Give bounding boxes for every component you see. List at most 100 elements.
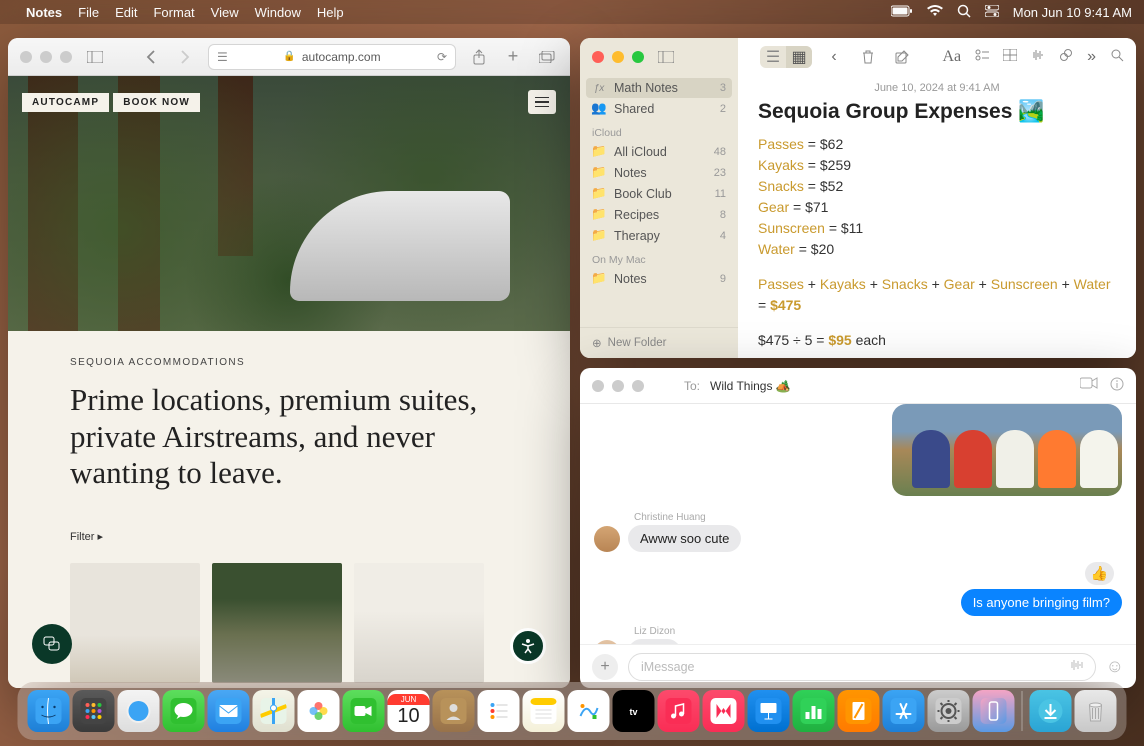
tabs-icon[interactable]: [536, 46, 558, 68]
dock-news[interactable]: [703, 690, 745, 732]
attach-button[interactable]: +: [592, 654, 618, 680]
table-icon[interactable]: [1003, 48, 1017, 67]
folder-therapy[interactable]: 📁Therapy4: [580, 225, 738, 246]
dock-appstore[interactable]: [883, 690, 925, 732]
menu-edit[interactable]: Edit: [115, 5, 137, 20]
book-now-button[interactable]: BOOK NOW: [113, 93, 200, 112]
dock-safari[interactable]: [118, 690, 160, 732]
dock-tv[interactable]: tv: [613, 690, 655, 732]
message-input[interactable]: iMessage: [628, 653, 1096, 681]
menubar-app[interactable]: Notes: [26, 5, 62, 20]
avatar[interactable]: [594, 640, 620, 644]
conversation-name[interactable]: Wild Things 🏕️: [710, 379, 791, 393]
messages-thread[interactable]: Christine Huang Awww soo cute 👍 Is anyon…: [580, 404, 1136, 644]
hamburger-menu[interactable]: [528, 90, 556, 114]
dock-facetime[interactable]: [343, 690, 385, 732]
message-placeholder: iMessage: [641, 660, 695, 674]
filter-toggle[interactable]: Filter ▸: [8, 530, 570, 543]
dock-settings[interactable]: [928, 690, 970, 732]
shared-photo[interactable]: [892, 404, 1122, 496]
dock-photos[interactable]: [298, 690, 340, 732]
folder-recipes[interactable]: 📁Recipes8: [580, 204, 738, 225]
dock-launchpad[interactable]: [73, 690, 115, 732]
plus-circle-icon: ⊕: [592, 336, 602, 350]
window-controls[interactable]: [592, 380, 644, 392]
brand-logo[interactable]: AUTOCAMP: [22, 93, 109, 112]
sidebar-toggle-icon[interactable]: [654, 45, 678, 69]
folder-math-notes[interactable]: ƒx Math Notes 3: [586, 78, 732, 98]
format-icon[interactable]: Aa: [942, 48, 961, 67]
dock-trash[interactable]: [1075, 690, 1117, 732]
dock-maps[interactable]: [253, 690, 295, 732]
dock-numbers[interactable]: [793, 690, 835, 732]
note-editor[interactable]: June 10, 2024 at 9:41 AM Sequoia Group E…: [738, 38, 1136, 358]
dock-iphone-mirror[interactable]: [973, 690, 1015, 732]
view-toggle[interactable]: ☰ ▦: [760, 46, 812, 68]
avatar[interactable]: [594, 526, 620, 552]
listing-card[interactable]: [354, 563, 484, 683]
menu-file[interactable]: File: [78, 5, 99, 20]
more-icon[interactable]: »: [1087, 48, 1096, 67]
spotlight-icon[interactable]: [957, 4, 971, 21]
url-bar[interactable]: ☰ 🔒 autocamp.com ⟳: [208, 44, 456, 70]
control-center-icon[interactable]: [985, 5, 999, 20]
battery-icon[interactable]: [891, 5, 913, 20]
chat-fab-icon[interactable]: [32, 624, 72, 664]
menubar-clock[interactable]: Mon Jun 10 9:41 AM: [1013, 5, 1132, 20]
trash-icon[interactable]: [856, 45, 880, 69]
dock-notes[interactable]: [523, 690, 565, 732]
folder-book-club[interactable]: 📁Book Club11: [580, 183, 738, 204]
dock-pages[interactable]: [838, 690, 880, 732]
dock-reminders[interactable]: [478, 690, 520, 732]
listing-card[interactable]: [70, 563, 200, 683]
message-bubble-sent[interactable]: Is anyone bringing film?: [961, 589, 1122, 616]
accessibility-icon[interactable]: [510, 628, 546, 664]
tapback-reaction[interactable]: 👍: [594, 562, 1114, 585]
dock-music[interactable]: [658, 690, 700, 732]
dock-calendar[interactable]: JUN10: [388, 690, 430, 732]
folder-local-notes[interactable]: 📁Notes9: [580, 268, 738, 289]
info-icon[interactable]: [1110, 377, 1124, 394]
dock-mail[interactable]: [208, 690, 250, 732]
menu-window[interactable]: Window: [255, 5, 301, 20]
facetime-icon[interactable]: [1080, 377, 1098, 394]
window-controls[interactable]: [20, 51, 72, 63]
page-settings-icon[interactable]: ☰: [217, 50, 228, 64]
new-tab-icon[interactable]: +: [502, 46, 524, 68]
reload-icon[interactable]: ⟳: [437, 50, 447, 64]
folder-shared[interactable]: 👥 Shared 2: [580, 98, 738, 119]
menu-format[interactable]: Format: [153, 5, 194, 20]
menu-view[interactable]: View: [211, 5, 239, 20]
search-icon[interactable]: [1110, 48, 1124, 67]
audio-message-icon[interactable]: [1069, 659, 1085, 674]
sidebar-toggle-icon[interactable]: [84, 46, 106, 68]
back-icon[interactable]: ‹: [822, 45, 846, 69]
checklist-icon[interactable]: [975, 48, 989, 67]
dock-messages[interactable]: [163, 690, 205, 732]
wifi-icon[interactable]: [927, 5, 943, 20]
back-button[interactable]: [140, 46, 162, 68]
listing-card[interactable]: [212, 563, 342, 683]
message-bubble[interactable]: I am!: [628, 639, 681, 644]
menu-help[interactable]: Help: [317, 5, 344, 20]
share-icon[interactable]: [468, 46, 490, 68]
emoji-picker-icon[interactable]: ☺: [1106, 656, 1124, 677]
forward-button[interactable]: [174, 46, 196, 68]
section-icloud[interactable]: iCloud: [580, 119, 738, 141]
grid-view-icon[interactable]: ▦: [786, 46, 812, 68]
message-bubble[interactable]: Awww soo cute: [628, 525, 741, 552]
dock-contacts[interactable]: [433, 690, 475, 732]
link-icon[interactable]: [1059, 48, 1073, 67]
list-view-icon[interactable]: ☰: [760, 46, 786, 68]
new-folder-button[interactable]: ⊕New Folder: [580, 327, 738, 358]
section-on-my-mac[interactable]: On My Mac: [580, 246, 738, 268]
compose-icon[interactable]: [890, 45, 914, 69]
window-controls[interactable]: [592, 51, 644, 63]
dock-keynote[interactable]: [748, 690, 790, 732]
folder-notes[interactable]: 📁Notes23: [580, 162, 738, 183]
dock-freeform[interactable]: [568, 690, 610, 732]
folder-all-icloud[interactable]: 📁All iCloud48: [580, 141, 738, 162]
dock-finder[interactable]: [28, 690, 70, 732]
audio-icon[interactable]: [1031, 48, 1045, 67]
dock-downloads[interactable]: [1030, 690, 1072, 732]
